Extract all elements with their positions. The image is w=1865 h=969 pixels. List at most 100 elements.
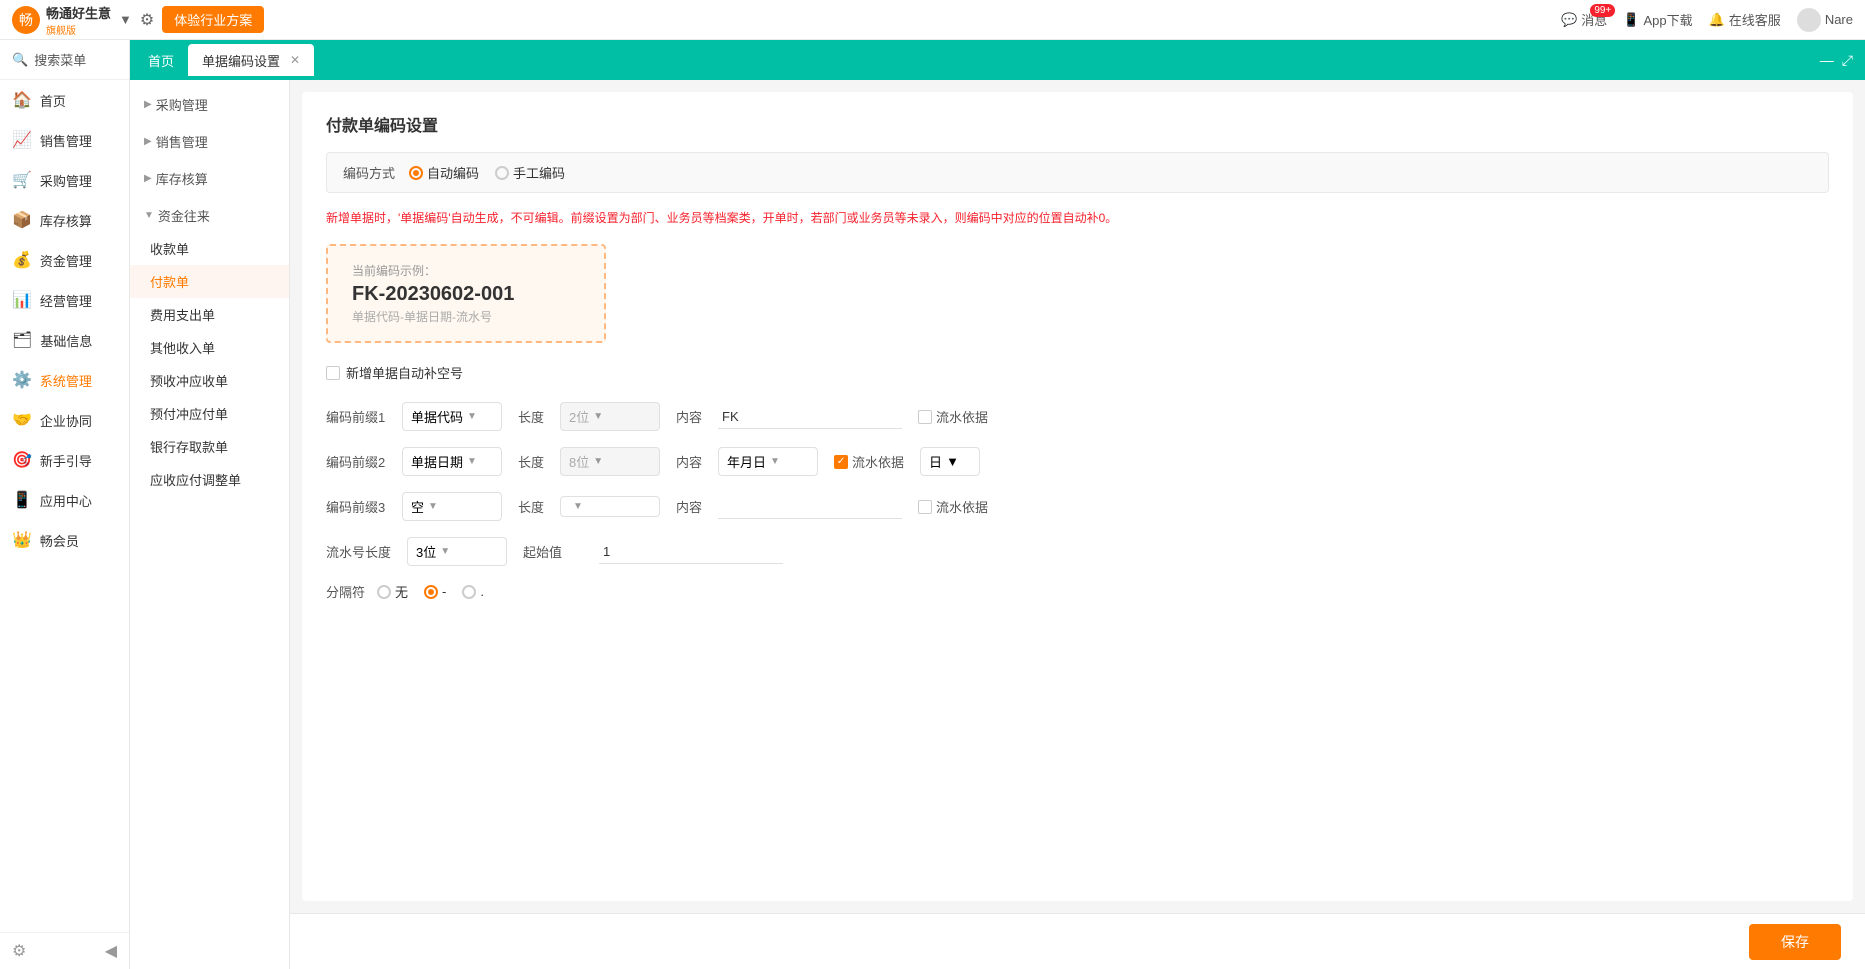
sub-item-bank[interactable]: 银行存取款单 — [130, 430, 289, 463]
member-icon: 👑 — [12, 530, 32, 550]
tab-close-icon[interactable]: ✕ — [290, 53, 300, 67]
sidebar-item-basic[interactable]: 🗂 基础信息 — [0, 320, 129, 360]
start-value-input[interactable] — [599, 540, 783, 564]
prefix-row-1: 编码前缀1 单据代码 ▼ 长度 2位 ▼ 内容 — [326, 402, 1829, 431]
search-menu[interactable]: 🔍 搜索菜单 — [0, 40, 129, 80]
auto-fill-checkbox[interactable] — [326, 366, 340, 380]
gear-button[interactable]: ⚙ — [140, 10, 154, 30]
save-button[interactable]: 保存 — [1749, 924, 1841, 960]
content-3-label: 内容 — [676, 497, 702, 516]
basic-icon: 🗂 — [12, 330, 32, 350]
content-2-arrow-icon: ▼ — [770, 456, 780, 467]
sub-item-advance-receive[interactable]: 预收冲应收单 — [130, 364, 289, 397]
separator-dot2[interactable]: . — [462, 584, 484, 599]
serial-row: 流水号长度 3位 ▼ 起始值 — [326, 537, 1829, 566]
sub-header-inventory[interactable]: ▶ 库存核算 — [130, 162, 289, 195]
sidebar-sales-label: 销售管理 — [40, 131, 92, 150]
user-area[interactable]: Nare — [1797, 8, 1853, 32]
sub-header-sales-label: 销售管理 — [156, 132, 208, 151]
length-2-select: 8位 ▼ — [560, 447, 660, 476]
sidebar-item-member[interactable]: 👑 畅会员 — [0, 520, 129, 560]
auto-code-option[interactable]: 自动编码 — [409, 163, 479, 182]
serial-checkbox-1[interactable] — [918, 410, 932, 424]
sep-dot2-radio[interactable] — [462, 585, 476, 599]
sidebar-home-label: 首页 — [40, 91, 66, 110]
tab-home[interactable]: 首页 — [134, 44, 188, 76]
sub-item-expense[interactable]: 费用支出单 — [130, 298, 289, 331]
message-area[interactable]: 💬 消息 99+ — [1561, 10, 1607, 29]
prefix-3-select[interactable]: 空 ▼ — [402, 492, 502, 521]
content-3-input[interactable] — [718, 495, 902, 519]
sub-item-income[interactable]: 其他收入单 — [130, 331, 289, 364]
sidebar-item-guide[interactable]: 🎯 新手引导 — [0, 440, 129, 480]
industry-button[interactable]: 体验行业方案 — [162, 6, 264, 33]
length-3-select[interactable]: ▼ — [560, 496, 660, 517]
logo-icon: 畅 — [12, 6, 40, 34]
collapse-icon[interactable]: ◀ — [105, 941, 117, 961]
serial-checkbox-2[interactable] — [834, 455, 848, 469]
manual-code-option[interactable]: 手工编码 — [495, 163, 565, 182]
sidebar-item-apps[interactable]: 📱 应用中心 — [0, 480, 129, 520]
sub-header-sales[interactable]: ▶ 销售管理 — [130, 125, 289, 158]
prefix-1-select[interactable]: 单据代码 ▼ — [402, 402, 502, 431]
sub-sidebar: ▶ 采购管理 ▶ 销售管理 ▶ 库存核算 — [130, 80, 290, 969]
sub-header-purchase[interactable]: ▶ 采购管理 — [130, 88, 289, 121]
separator-none[interactable]: 无 — [377, 582, 408, 601]
sep-dot-radio[interactable] — [424, 585, 438, 599]
service-area[interactable]: 🔔 在线客服 — [1709, 10, 1781, 29]
nav-dropdown[interactable]: ▼ — [119, 12, 132, 27]
sub-item-adjust[interactable]: 应收应付调整单 — [130, 463, 289, 496]
content-2-select[interactable]: 年月日 ▼ — [718, 447, 818, 476]
sidebar-item-home[interactable]: 🏠 首页 — [0, 80, 129, 120]
content-1-input[interactable] — [718, 405, 902, 429]
auto-code-radio[interactable] — [409, 166, 423, 180]
settings-bottom-icon[interactable]: ⚙ — [12, 941, 26, 961]
tab-encoding[interactable]: 单据编码设置 ✕ — [188, 44, 314, 76]
sub-header-capital[interactable]: ▼ 资金往来 — [130, 199, 289, 232]
tab-bar: 首页 单据编码设置 ✕ — ⤢ — [130, 40, 1865, 80]
serial-checkbox-3[interactable] — [918, 500, 932, 514]
sidebar-item-business[interactable]: 📊 经营管理 — [0, 280, 129, 320]
message-icon: 💬 — [1561, 12, 1577, 28]
sidebar-item-system[interactable]: ⚙️ 系统管理 — [0, 360, 129, 400]
page-content: 付款单编码设置 编码方式 自动编码 手工编码 — [290, 80, 1865, 969]
sidebar-item-purchase[interactable]: 🛒 采购管理 — [0, 160, 129, 200]
guide-icon: 🎯 — [12, 450, 32, 470]
tab-minimize-icon[interactable]: — — [1820, 52, 1834, 68]
sidebar-item-finance[interactable]: 💰 资金管理 — [0, 240, 129, 280]
serial-check-2: 流水依据 — [834, 452, 904, 471]
serial-length-value: 3位 — [416, 542, 436, 561]
purchase-icon: 🛒 — [12, 170, 32, 190]
sep-none-radio[interactable] — [377, 585, 391, 599]
tab-maximize-icon[interactable]: ⤢ — [1842, 52, 1853, 69]
sub-item-receipt[interactable]: 收款单 — [130, 232, 289, 265]
enterprise-icon: 🤝 — [12, 410, 32, 430]
prefix-2-arrow-icon: ▼ — [467, 456, 477, 467]
sub-item-payment[interactable]: 付款单 — [130, 265, 289, 298]
day-select[interactable]: 日 ▼ — [920, 447, 980, 476]
logo-text: 畅通好生意 — [46, 3, 111, 22]
serial-label-3: 流水依据 — [936, 497, 988, 516]
sidebar-item-inventory[interactable]: 📦 库存核算 — [0, 200, 129, 240]
preview-code: FK-20230602-001 — [352, 283, 580, 306]
sidebar-item-sales[interactable]: 📈 销售管理 — [0, 120, 129, 160]
prefix-2-select[interactable]: 单据日期 ▼ — [402, 447, 502, 476]
separator-label: 分隔符 — [326, 582, 365, 601]
preview-label: 当前编码示例： — [352, 262, 580, 279]
info-text-content: 新增单据时，'单据编码'自动生成，不可编辑。前缀设置为部门、业务员等档案类，开单… — [326, 211, 1117, 225]
length-2-label: 长度 — [518, 452, 544, 471]
prefix-1-arrow-icon: ▼ — [467, 411, 477, 422]
serial-check-1: 流水依据 — [918, 407, 988, 426]
serial-length-select[interactable]: 3位 ▼ — [407, 537, 507, 566]
manual-code-radio[interactable] — [495, 166, 509, 180]
app-label: App下载 — [1643, 10, 1692, 29]
length-3-label: 长度 — [518, 497, 544, 516]
sub-layout: ▶ 采购管理 ▶ 销售管理 ▶ 库存核算 — [130, 80, 1865, 969]
sub-item-advance-pay[interactable]: 预付冲应付单 — [130, 397, 289, 430]
user-name: Nare — [1825, 12, 1853, 27]
sidebar-item-enterprise[interactable]: 🤝 企业协同 — [0, 400, 129, 440]
app-download-area[interactable]: 📱 App下载 — [1623, 10, 1692, 29]
separator-dot[interactable]: - — [424, 584, 446, 599]
separator-row: 分隔符 无 - . — [326, 582, 1829, 601]
logo-text-area: 畅通好生意 旗舰版 — [46, 3, 111, 37]
